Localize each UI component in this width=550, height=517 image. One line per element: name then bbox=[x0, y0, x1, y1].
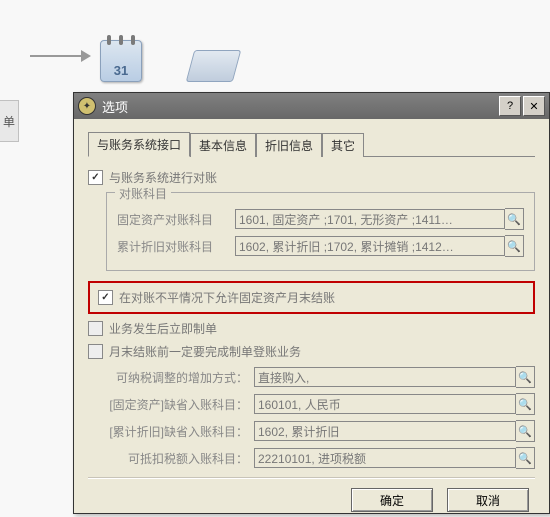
lookup-icon[interactable]: 🔍 bbox=[516, 420, 535, 442]
options-dialog: ✦ 选项 ? ✕ 与账务系统接口 基本信息 折旧信息 其它 与账务系统进行对账 … bbox=[73, 92, 550, 514]
deductible-tax-input[interactable]: 22210101, 进项税额 bbox=[254, 448, 516, 468]
fixed-asset-account-input[interactable]: 1601, 固定资产 ;1701, 无形资产 ;1411… bbox=[235, 209, 505, 229]
arrow-icon bbox=[30, 55, 85, 57]
require-voucher-checkbox[interactable] bbox=[88, 344, 103, 359]
tab-finance-interface[interactable]: 与账务系统接口 bbox=[88, 132, 190, 157]
lookup-icon[interactable]: 🔍 bbox=[505, 235, 524, 257]
reconcile-label: 与账务系统进行对账 bbox=[109, 169, 217, 186]
lookup-icon[interactable]: 🔍 bbox=[516, 447, 535, 469]
fixed-asset-default-label: [固定资产]缺省入账科目： bbox=[88, 396, 254, 413]
auto-voucher-label: 业务发生后立即制单 bbox=[109, 320, 217, 337]
allow-close-unbalanced-label: 在对账不平情况下允许固定资产月末结账 bbox=[119, 289, 335, 306]
accum-depr-account-input[interactable]: 1602, 累计折旧 ;1702, 累计摊销 ;1412… bbox=[235, 236, 505, 256]
titlebar: ✦ 选项 ? ✕ bbox=[74, 93, 549, 119]
lookup-icon[interactable]: 🔍 bbox=[516, 366, 535, 388]
close-button[interactable]: ✕ bbox=[523, 96, 545, 116]
auto-voucher-row[interactable]: 业务发生后立即制单 bbox=[88, 320, 535, 337]
accum-depr-account-label: 累计折旧对账科目 bbox=[117, 238, 235, 255]
allow-close-unbalanced-row[interactable]: 在对账不平情况下允许固定资产月末结账 bbox=[98, 289, 525, 306]
lookup-icon[interactable]: 🔍 bbox=[516, 393, 535, 415]
auto-voucher-checkbox[interactable] bbox=[88, 321, 103, 336]
require-voucher-row[interactable]: 月末结账前一定要完成制单登账业务 bbox=[88, 343, 535, 360]
highlight-box: 在对账不平情况下允许固定资产月末结账 bbox=[88, 281, 535, 314]
reconcile-accounts-group: 对账科目 固定资产对账科目 1601, 固定资产 ;1701, 无形资产 ;14… bbox=[106, 192, 535, 271]
help-button[interactable]: ? bbox=[499, 96, 521, 116]
allow-close-unbalanced-checkbox[interactable] bbox=[98, 290, 113, 305]
deductible-tax-label: 可抵扣税额入账科目： bbox=[88, 450, 254, 467]
tax-adjust-input[interactable]: 直接购入, bbox=[254, 367, 516, 387]
tab-other[interactable]: 其它 bbox=[322, 133, 364, 157]
fixed-asset-account-label: 固定资产对账科目 bbox=[117, 211, 235, 228]
reconcile-checkbox-row[interactable]: 与账务系统进行对账 bbox=[88, 169, 535, 186]
tab-basic-info[interactable]: 基本信息 bbox=[190, 133, 256, 157]
fixed-asset-default-input[interactable]: 160101, 人民币 bbox=[254, 394, 516, 414]
require-voucher-label: 月末结账前一定要完成制单登账业务 bbox=[109, 343, 301, 360]
cancel-button[interactable]: 取消 bbox=[447, 488, 529, 512]
tax-adjust-label: 可纳税调整的增加方式： bbox=[88, 369, 254, 386]
accum-depr-default-label: [累计折旧]缺省入账科目： bbox=[88, 423, 254, 440]
app-icon: ✦ bbox=[78, 97, 96, 115]
separator bbox=[88, 477, 535, 478]
ledger-icon bbox=[186, 50, 242, 82]
external-fragment: 单 bbox=[0, 100, 19, 142]
reconcile-checkbox[interactable] bbox=[88, 170, 103, 185]
accum-depr-default-input[interactable]: 1602, 累计折旧 bbox=[254, 421, 516, 441]
group-title: 对账科目 bbox=[115, 185, 171, 202]
ok-button[interactable]: 确定 bbox=[351, 488, 433, 512]
tab-depreciation[interactable]: 折旧信息 bbox=[256, 133, 322, 157]
tab-strip: 与账务系统接口 基本信息 折旧信息 其它 bbox=[88, 131, 535, 157]
lookup-icon[interactable]: 🔍 bbox=[505, 208, 524, 230]
window-title: 选项 bbox=[102, 97, 499, 116]
calendar-icon bbox=[100, 40, 142, 82]
